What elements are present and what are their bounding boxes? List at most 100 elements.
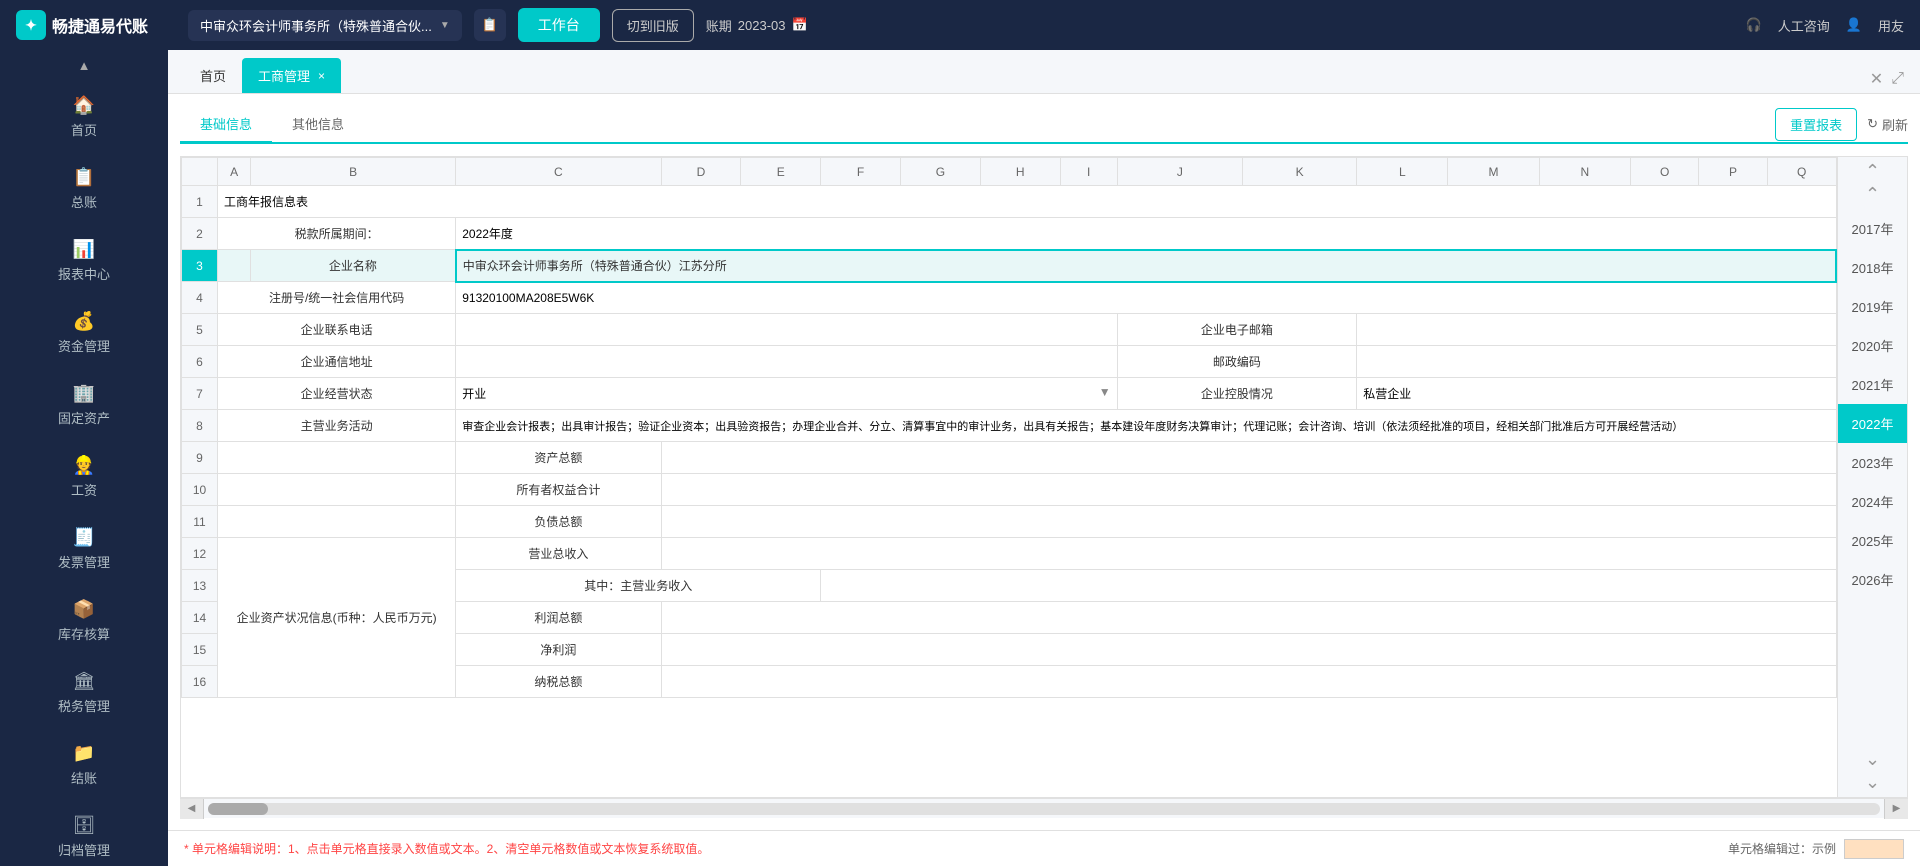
workbench-button[interactable]: 工作台 xyxy=(518,8,600,42)
col-header-l[interactable]: L xyxy=(1357,158,1448,186)
year-item[interactable]: 2023年 xyxy=(1838,443,1907,482)
tab-industry[interactable]: 工商管理 × xyxy=(242,58,341,93)
row-number-8: 8 xyxy=(182,410,218,442)
col-header-d[interactable]: D xyxy=(661,158,741,186)
reset-report-button[interactable]: 重置报表 xyxy=(1775,108,1857,141)
col-header-n[interactable]: N xyxy=(1539,158,1630,186)
year-item[interactable]: 2017年 xyxy=(1838,209,1907,248)
col-header-a[interactable]: A xyxy=(218,158,251,186)
cell-14-value[interactable] xyxy=(661,602,1836,634)
year-item[interactable]: 2026年 xyxy=(1838,560,1907,599)
sub-tab-basic-label: 基础信息 xyxy=(200,117,252,132)
sidebar-label-reports: 报表中心 xyxy=(58,264,110,283)
sidebar-item-home[interactable]: 🏠 首页 xyxy=(0,81,168,153)
cell-12-value[interactable] xyxy=(661,538,1836,570)
row-number-1: 1 xyxy=(182,186,218,218)
consult-label[interactable]: 人工咨询 xyxy=(1778,16,1830,35)
sidebar-item-inventory[interactable]: 📦 库存核算 xyxy=(0,585,168,657)
cell-4-ab: 注册号/统一社会信用代码 xyxy=(218,282,456,314)
finance-icon: 💰 xyxy=(73,311,95,332)
document-icon[interactable]: 📋 xyxy=(474,9,506,41)
cell-16-value[interactable] xyxy=(661,666,1836,698)
cell-10-value[interactable] xyxy=(661,474,1836,506)
year-item[interactable]: 2020年 xyxy=(1838,326,1907,365)
sidebar-item-assets[interactable]: 🏢 固定资产 xyxy=(0,369,168,441)
sidebar-item-ledger[interactable]: 📋 总账 xyxy=(0,153,168,225)
cell-6-postal[interactable] xyxy=(1357,346,1836,378)
cell-8-value[interactable]: 审查企业会计报表；出具审计报告；验证企业资本；出具验资报告；办理企业合并、分立、… xyxy=(456,410,1836,442)
close-books-icon: 📁 xyxy=(73,743,95,764)
sidebar-item-invoice[interactable]: 🧾 发票管理 xyxy=(0,513,168,585)
col-header-p[interactable]: P xyxy=(1699,158,1767,186)
old-version-button[interactable]: 切到旧版 xyxy=(612,9,694,42)
cell-7-control-value[interactable]: 私营企业 xyxy=(1357,378,1836,410)
row-number-11: 11 xyxy=(182,506,218,538)
year-item[interactable]: 2025年 xyxy=(1838,521,1907,560)
col-header-q[interactable]: Q xyxy=(1767,158,1836,186)
col-header-g[interactable]: G xyxy=(901,158,981,186)
cell-7-status[interactable]: 开业 ▼ xyxy=(456,378,1117,410)
sidebar-scroll-up[interactable]: ▲ xyxy=(0,50,168,81)
tab-close-icon[interactable]: × xyxy=(318,69,325,83)
year-item[interactable]: 2019年 xyxy=(1838,287,1907,326)
col-header-f[interactable]: F xyxy=(821,158,901,186)
right-panel-scroll-down[interactable]: ⌄ ⌄ xyxy=(1865,745,1880,797)
sub-tab-actions: 重置报表 ↻ 刷新 xyxy=(1775,108,1908,141)
cell-4-value[interactable]: 91320100MA208E5W6K xyxy=(456,282,1836,314)
cell-2-value[interactable]: 2022年度 xyxy=(456,218,1836,250)
cell-6-address[interactable] xyxy=(456,346,1117,378)
cell-13-value[interactable] xyxy=(821,570,1836,602)
hscroll-right-btn[interactable]: ▶ xyxy=(1884,799,1908,819)
col-header-i[interactable]: I xyxy=(1060,158,1117,186)
hscroll-thumb[interactable] xyxy=(208,803,268,815)
hscroll-bar[interactable]: ◀ ▶ xyxy=(180,798,1908,818)
col-header-m[interactable]: M xyxy=(1448,158,1539,186)
year-item[interactable]: 2022年 xyxy=(1838,404,1907,443)
expand-icon[interactable]: ⤢ xyxy=(1891,70,1904,88)
hscroll-track[interactable] xyxy=(208,803,1880,815)
right-panel-scroll-up[interactable]: ⌃ ⌃ xyxy=(1865,157,1880,209)
sidebar-item-finance[interactable]: 💰 资金管理 xyxy=(0,297,168,369)
spreadsheet-main[interactable]: A B C D E F G H I J K L xyxy=(181,157,1837,797)
cell-5-email[interactable] xyxy=(1357,314,1836,346)
year-item[interactable]: 2021年 xyxy=(1838,365,1907,404)
sidebar-item-reports[interactable]: 📊 报表中心 xyxy=(0,225,168,297)
cell-9-value[interactable] xyxy=(661,442,1836,474)
sidebar-item-close[interactable]: 📁 结账 xyxy=(0,729,168,801)
cell-11-value[interactable] xyxy=(661,506,1836,538)
col-header-b[interactable]: B xyxy=(251,158,456,186)
cell-7-control-label: 企业控股情况 xyxy=(1117,378,1357,410)
tab-home[interactable]: 首页 xyxy=(184,58,242,93)
col-header-k[interactable]: K xyxy=(1243,158,1357,186)
sidebar-label-close: 结账 xyxy=(71,768,97,787)
col-header-h[interactable]: H xyxy=(980,158,1060,186)
col-header-o[interactable]: O xyxy=(1630,158,1698,186)
sidebar-item-archive[interactable]: 🗄 归档管理 xyxy=(0,801,168,866)
close-window-icon[interactable]: ✕ xyxy=(1870,69,1883,89)
row-number-15: 15 xyxy=(182,634,218,666)
sidebar-item-salary[interactable]: 👷 工资 xyxy=(0,441,168,513)
row-number-4: 4 xyxy=(182,282,218,314)
cell-3-value[interactable]: 中审众环会计师事务所（特殊普通合伙）江苏分所 xyxy=(456,250,1836,282)
hscroll-left-btn[interactable]: ◀ xyxy=(180,799,204,819)
sidebar-item-tax[interactable]: 🏛 税务管理 xyxy=(0,657,168,729)
col-header-e[interactable]: E xyxy=(741,158,821,186)
chevron-down-icon: ⌄ xyxy=(1865,772,1880,793)
calendar-icon[interactable]: 📅 xyxy=(792,17,808,33)
sub-tab-basic[interactable]: 基础信息 xyxy=(180,106,272,144)
table-row: 2 税款所属期间： 2022年度 xyxy=(182,218,1837,250)
refresh-button[interactable]: ↻ 刷新 xyxy=(1867,115,1908,134)
cell-5-phone[interactable] xyxy=(456,314,1117,346)
cell-15-value[interactable] xyxy=(661,634,1836,666)
topbar-right: 🎧 人工咨询 👤 用友 xyxy=(1746,16,1904,35)
col-header-j[interactable]: J xyxy=(1117,158,1242,186)
sidebar-label-inventory: 库存核算 xyxy=(58,624,110,643)
year-item[interactable]: 2018年 xyxy=(1838,248,1907,287)
company-selector[interactable]: 中审众环会计师事务所（特殊普通合伙... ▼ xyxy=(188,10,462,41)
year-item[interactable]: 2024年 xyxy=(1838,482,1907,521)
dropdown-icon[interactable]: ▼ xyxy=(1099,385,1111,399)
sub-tab-other[interactable]: 其他信息 xyxy=(272,106,364,144)
user-label[interactable]: 用友 xyxy=(1878,16,1904,35)
cell-9-label: 资产总额 xyxy=(456,442,661,474)
col-header-c[interactable]: C xyxy=(456,158,661,186)
